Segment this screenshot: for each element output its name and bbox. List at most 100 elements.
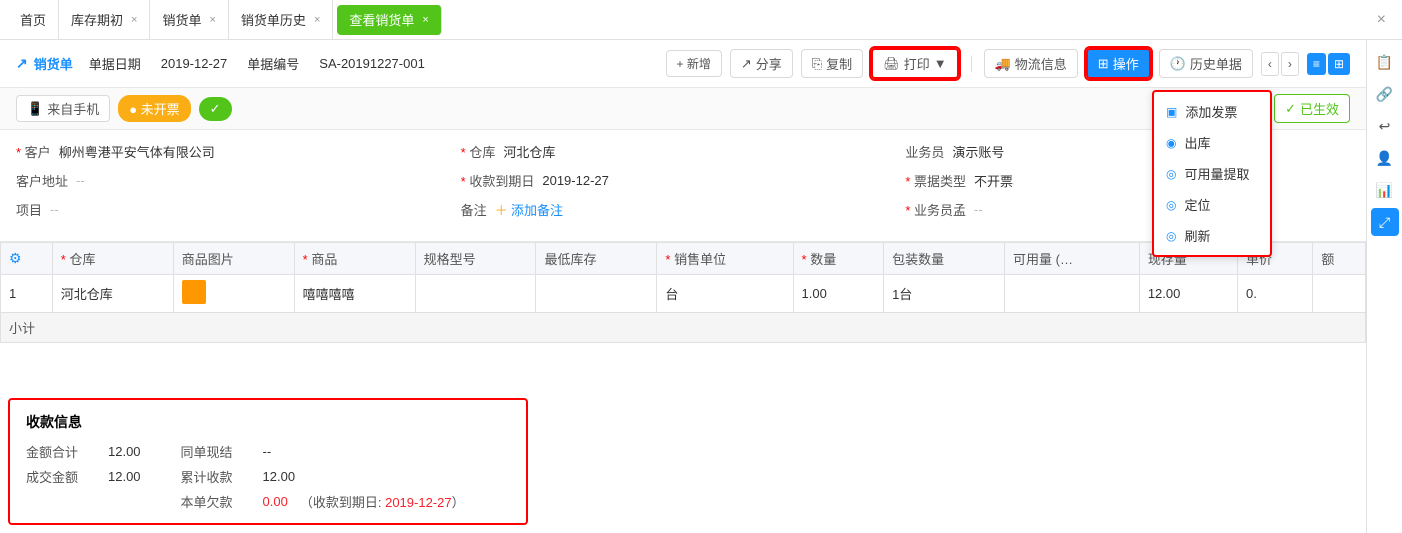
payment-info: 收款信息 金额合计 12.00 成交金额 12.00 同单现结 -- — [8, 398, 528, 525]
dropdown-available-extract[interactable]: ◎ 可用量提取 — [1154, 158, 1270, 189]
tab-view-sales-close[interactable]: × — [422, 14, 428, 26]
total-amount-value: 12.00 — [108, 444, 141, 459]
logistics-button[interactable]: 🚚 物流信息 — [984, 49, 1078, 78]
add-invoice-icon: ▣ — [1166, 105, 1177, 119]
operation-button[interactable]: ⊞ 操作 — [1086, 48, 1151, 79]
view-toggle: ≡ ⊞ — [1307, 53, 1350, 75]
row-amount — [1313, 275, 1366, 313]
payment-col-right: 同单现结 -- 累计收款 12.00 本单欠款 0.00 （收款到期日: 201… — [181, 442, 465, 511]
list-view-button[interactable]: ≡ — [1307, 53, 1326, 75]
form-row-1: 客户 柳州粤港平安气体有限公司 仓库 河北仓库 业务员 演示账号 — [16, 142, 1350, 161]
dropdown-add-invoice[interactable]: ▣ 添加发票 — [1154, 96, 1270, 127]
dropdown-locate[interactable]: ◎ 定位 — [1154, 189, 1270, 220]
history-button[interactable]: 🕐 历史单据 — [1159, 49, 1253, 78]
customer-label: 客户 — [16, 142, 51, 161]
address-label: 客户地址 — [16, 171, 68, 190]
ticket-type-value: 不开票 — [974, 171, 1013, 190]
sidebar-return-icon[interactable]: ↩ — [1371, 112, 1399, 140]
add-note-button[interactable]: ＋ 添加备注 — [495, 200, 563, 219]
check-button[interactable]: ✓ — [199, 97, 232, 121]
doc-title-text: 销货单 — [34, 54, 73, 73]
sidebar-user-icon[interactable]: 👤 — [1371, 144, 1399, 172]
ticket-type-field: 票据类型 不开票 — [905, 171, 1350, 190]
table-container: ⚙ * 仓库 商品图片 * 商品 规格型号 最低库存 * 销售单位 * 数量 包… — [0, 241, 1366, 390]
print-icon: 🖨 — [883, 56, 900, 72]
print-button[interactable]: 🖨 打印 ▼ — [871, 48, 958, 79]
new-button[interactable]: + 新增 — [666, 50, 722, 77]
logistics-icon: 🚚 — [995, 56, 1011, 72]
salesperson-label: 业务员 — [905, 142, 944, 161]
row-price: 0. — [1237, 275, 1312, 313]
check-icon: ✓ — [210, 101, 221, 117]
total-received-row: 累计收款 12.00 — [181, 467, 465, 486]
tab-history[interactable]: 销货单历史 × — [229, 0, 333, 39]
payment-date-label: 收款到期日 — [461, 171, 535, 190]
dropdown-outbound[interactable]: ◉ 出库 — [1154, 127, 1270, 158]
note-label: 备注 — [461, 200, 487, 219]
salesperson-value: 演示账号 — [952, 142, 1004, 161]
sidebar-doc-icon[interactable]: 📋 — [1371, 48, 1399, 76]
dropdown-refresh[interactable]: ◎ 刷新 — [1154, 220, 1270, 251]
date-label: 单据日期 — [89, 54, 141, 73]
same-order-row: 同单现结 -- — [181, 442, 465, 461]
outbound-label: 出库 — [1184, 133, 1210, 152]
date-value: 2019-12-27 — [161, 56, 228, 71]
tab-view-sales[interactable]: 查看销货单 × — [337, 5, 441, 35]
next-record-button[interactable]: › — [1281, 52, 1299, 76]
sidebar-expand-icon[interactable]: ⤢ — [1371, 208, 1399, 236]
divider — [971, 56, 972, 72]
form-row-3: 项目 -- 备注 ＋ 添加备注 业务员孟 -- — [16, 200, 1350, 219]
grid-view-button[interactable]: ⊞ — [1328, 53, 1350, 75]
tab-history-close[interactable]: × — [314, 14, 320, 26]
outbound-icon: ◉ — [1166, 136, 1176, 150]
ticket-type-label: 票据类型 — [905, 171, 966, 190]
effective-icon: ✓ — [1285, 101, 1296, 117]
copy-label: 复制 — [826, 54, 852, 73]
tab-sales[interactable]: 销货单 × — [150, 0, 228, 39]
tab-view-sales-label: 查看销货单 — [349, 10, 414, 29]
subtotal-row: 小计 — [1, 313, 1366, 343]
row-spec — [415, 275, 536, 313]
address-value: -- — [76, 173, 85, 188]
tab-inventory-label: 库存期初 — [71, 10, 123, 29]
from-phone-button[interactable]: 📱 来自手机 — [16, 95, 110, 122]
row-available — [1005, 275, 1140, 313]
doc-title: ↗ 销货单 — [16, 54, 73, 73]
tab-inventory[interactable]: 库存期初 × — [59, 0, 150, 39]
hint-date: 2019-12-27 — [385, 495, 452, 510]
sidebar-chart-icon[interactable]: 📊 — [1371, 176, 1399, 204]
add-note-icon: ＋ — [495, 203, 508, 218]
tab-home-label: 首页 — [20, 10, 46, 29]
staff-field: 业务员孟 -- — [905, 200, 1350, 219]
prev-record-button[interactable]: ‹ — [1261, 52, 1279, 76]
tab-inventory-close[interactable]: × — [131, 14, 137, 26]
copy-button[interactable]: ⎘ 复制 — [801, 49, 863, 78]
right-sidebar: 📋 🔗 ↩ 👤 📊 ⤢ — [1366, 40, 1402, 533]
payment-title: 收款信息 — [26, 412, 510, 432]
subtotal-label: 小计 — [1, 313, 1366, 343]
payment-hint: （收款到期日: 2019-12-27） — [300, 492, 465, 511]
table-row: 1 河北仓库 嘻嘻嘻嘻 台 1.00 1台 12.00 0. — [1, 275, 1366, 313]
doc-meta: 单据日期 2019-12-27 单据编号 SA-20191227-001 — [89, 54, 425, 73]
col-available: 可用量 (… — [1005, 243, 1140, 275]
tab-sales-close[interactable]: × — [209, 14, 215, 26]
sidebar-link-icon[interactable]: 🔗 — [1371, 80, 1399, 108]
col-product: * 商品 — [294, 243, 415, 275]
tab-bar: 首页 库存期初 × 销货单 × 销货单历史 × 查看销货单 × × — [0, 0, 1402, 40]
add-invoice-label: 添加发票 — [1185, 102, 1237, 121]
refresh-icon: ◎ — [1166, 229, 1176, 243]
effective-button[interactable]: ✓ 已生效 — [1274, 94, 1350, 123]
payment-date-value: 2019-12-27 — [542, 173, 609, 188]
row-min-stock — [536, 275, 657, 313]
window-close-button[interactable]: × — [1369, 11, 1394, 29]
tab-sales-label: 销货单 — [162, 10, 201, 29]
locate-icon: ◎ — [1166, 198, 1176, 212]
share-button[interactable]: ↗ 分享 — [730, 49, 793, 78]
col-settings[interactable]: ⚙ — [1, 243, 53, 275]
project-label: 项目 — [16, 200, 42, 219]
operation-dropdown: ▣ 添加发票 ◉ 出库 ◎ 可用量提取 ◎ 定位 ◎ 刷新 — [1152, 90, 1272, 257]
hint-prefix: （收款到期日: — [300, 495, 385, 510]
not-open-ticket-button[interactable]: ● 未开票 — [118, 95, 190, 122]
customer-field: 客户 柳州粤港平安气体有限公司 — [16, 142, 461, 161]
tab-home[interactable]: 首页 — [8, 0, 59, 39]
